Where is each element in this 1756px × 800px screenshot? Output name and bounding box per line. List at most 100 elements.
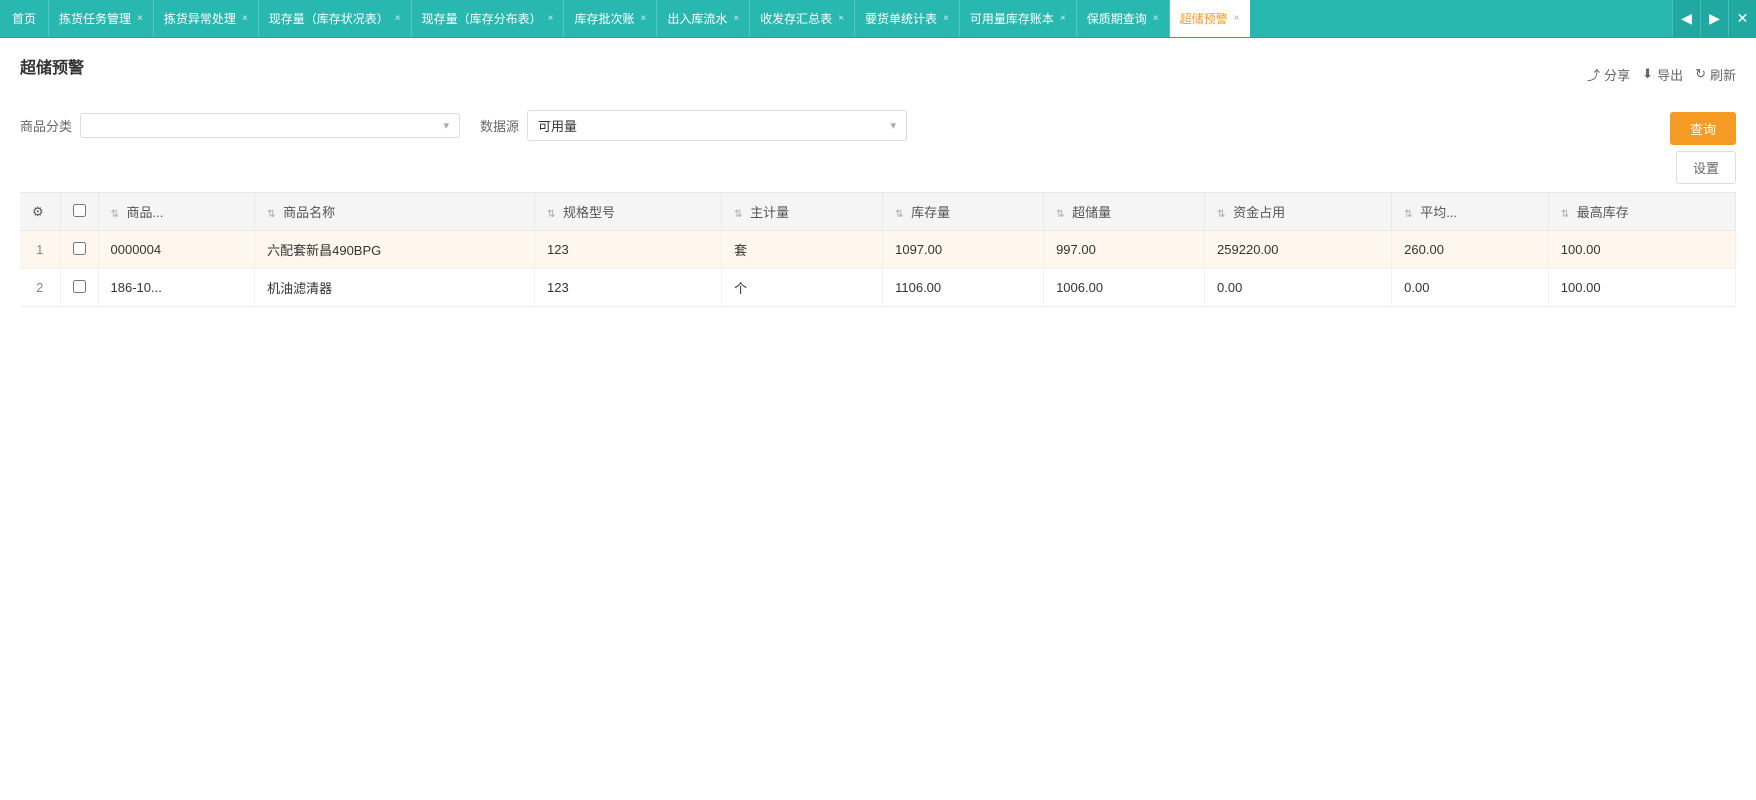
nav-arrows: ◀ ▶ ✕ (1672, 0, 1756, 38)
category-label: 商品分类 (20, 116, 72, 135)
page-header: 超储预警 ⤴ 分享 ⬇ 导出 ↻ 刷新 (20, 54, 1736, 94)
category-arrow-icon: ▾ (443, 119, 449, 132)
cell-avg: 260.00 (1392, 231, 1549, 269)
category-select[interactable]: ▾ (80, 113, 460, 138)
datasource-label: 数据源 (480, 116, 519, 135)
filter-category: 商品分类 ▾ (20, 113, 460, 138)
sort-icon-capital: ⇅ (1217, 209, 1225, 220)
col-spec[interactable]: ⇅ 规格型号 (535, 193, 722, 231)
share-icon: ⤴ (1587, 65, 1600, 84)
table-header-row: ⚙ ⇅ 商品... ⇅ 商品名称 ⇅ 规格型号 ⇅ (20, 193, 1736, 231)
col-stock[interactable]: ⇅ 库存量 (883, 193, 1044, 231)
col-avg[interactable]: ⇅ 平均... (1392, 193, 1549, 231)
datasource-select[interactable]: 可用量 ▾ (527, 110, 907, 141)
export-icon: ⬇ (1642, 66, 1653, 82)
table-body: 1 0000004 六配套新昌490BPG 123 套 1097.00 997.… (20, 231, 1736, 307)
cell-unit: 套 (722, 231, 883, 269)
nav-overstock-warning[interactable]: 超储预警 × (1170, 0, 1251, 37)
close-shelf-life[interactable]: × (1153, 13, 1159, 24)
datasource-value: 可用量 (538, 116, 577, 135)
filter-row-1: 商品分类 ▾ 数据源 可用量 ▾ (20, 110, 1660, 141)
refresh-icon: ↻ (1695, 66, 1706, 82)
top-nav: 首页 拣货任务管理 × 拣货异常处理 × 现存量（库存状况表） × 现存量（库存… (0, 0, 1756, 38)
col-product-code[interactable]: ⇅ 商品... (98, 193, 255, 231)
table-row: 2 186-10... 机油滤清器 123 个 1106.00 1006.00 … (20, 269, 1736, 307)
close-stock-batch[interactable]: × (640, 13, 646, 24)
nav-home[interactable]: 首页 (0, 0, 49, 37)
col-settings[interactable]: ⚙ (20, 193, 60, 231)
cell-unit: 个 (722, 269, 883, 307)
sort-icon-spec: ⇅ (547, 209, 555, 220)
export-button[interactable]: ⬇ 导出 (1642, 65, 1683, 84)
filter-area: 商品分类 ▾ 数据源 可用量 ▾ 查询 设置 (20, 110, 1736, 184)
close-available-stock[interactable]: × (1060, 13, 1066, 24)
cell-overstock: 1006.00 (1044, 269, 1205, 307)
nav-stock-dist[interactable]: 现存量（库存分布表） × (412, 0, 565, 37)
filter-datasource: 数据源 可用量 ▾ (480, 110, 907, 141)
refresh-button[interactable]: ↻ 刷新 (1695, 65, 1736, 84)
col-checkbox (60, 193, 98, 231)
nav-available-stock[interactable]: 可用量库存账本 × (960, 0, 1077, 37)
share-button[interactable]: ⤴ 分享 (1587, 65, 1630, 84)
nav-stock-status[interactable]: 现存量（库存状况表） × (259, 0, 412, 37)
page-actions: ⤴ 分享 ⬇ 导出 ↻ 刷新 (1587, 65, 1736, 84)
cell-overstock: 997.00 (1044, 231, 1205, 269)
row-checkbox[interactable] (73, 242, 86, 255)
col-overstock[interactable]: ⇅ 超储量 (1044, 193, 1205, 231)
col-max-stock[interactable]: ⇅ 最高库存 (1548, 193, 1735, 231)
cell-max-stock: 100.00 (1548, 231, 1735, 269)
settings-button[interactable]: 设置 (1676, 151, 1736, 184)
row-num: 2 (20, 269, 60, 307)
cell-max-stock: 100.00 (1548, 269, 1735, 307)
nav-close-all[interactable]: ✕ (1728, 0, 1756, 38)
settings-icon: ⚙ (32, 204, 44, 219)
cell-product-code: 186-10... (98, 269, 255, 307)
row-checkbox-cell (60, 269, 98, 307)
nav-stock-batch[interactable]: 库存批次账 × (564, 0, 657, 37)
sort-icon-overstock: ⇅ (1056, 209, 1064, 220)
nav-arrow-left[interactable]: ◀ (1672, 0, 1700, 38)
close-overstock-warning[interactable]: × (1234, 13, 1240, 24)
page-title: 超储预警 (20, 54, 84, 78)
cell-stock: 1106.00 (883, 269, 1044, 307)
query-button[interactable]: 查询 (1670, 112, 1736, 145)
row-checkbox[interactable] (73, 280, 86, 293)
row-checkbox-cell (60, 231, 98, 269)
table-row: 1 0000004 六配套新昌490BPG 123 套 1097.00 997.… (20, 231, 1736, 269)
cell-product-name: 机油滤清器 (255, 269, 535, 307)
sort-icon-avg: ⇅ (1404, 209, 1412, 220)
close-stock-status[interactable]: × (395, 13, 401, 24)
cell-capital-usage: 0.00 (1205, 269, 1392, 307)
cell-stock: 1097.00 (883, 231, 1044, 269)
datasource-arrow-icon: ▾ (891, 119, 897, 132)
page-content: 超储预警 ⤴ 分享 ⬇ 导出 ↻ 刷新 商品分类 (0, 38, 1756, 323)
close-pick-task[interactable]: × (137, 13, 143, 24)
nav-shelf-life[interactable]: 保质期查询 × (1077, 0, 1170, 37)
nav-pick-task[interactable]: 拣货任务管理 × (49, 0, 154, 37)
sort-icon-stock: ⇅ (895, 209, 903, 220)
close-order-stats[interactable]: × (943, 13, 949, 24)
close-inout-flow[interactable]: × (733, 13, 739, 24)
nav-pick-exception[interactable]: 拣货异常处理 × (154, 0, 259, 37)
nav-recv-send[interactable]: 收发存汇总表 × (750, 0, 855, 37)
cell-spec: 123 (535, 269, 722, 307)
col-capital-usage[interactable]: ⇅ 资金占用 (1205, 193, 1392, 231)
sort-icon-product-name: ⇅ (267, 209, 275, 220)
col-unit[interactable]: ⇅ 主计量 (722, 193, 883, 231)
sort-icon-max: ⇅ (1561, 209, 1569, 220)
nav-inout-flow[interactable]: 出入库流水 × (657, 0, 750, 37)
col-product-name[interactable]: ⇅ 商品名称 (255, 193, 535, 231)
cell-capital-usage: 259220.00 (1205, 231, 1392, 269)
sort-icon-unit: ⇅ (734, 209, 742, 220)
close-stock-dist[interactable]: × (548, 13, 554, 24)
close-recv-send[interactable]: × (838, 13, 844, 24)
nav-arrow-right[interactable]: ▶ (1700, 0, 1728, 38)
select-all-checkbox[interactable] (73, 204, 86, 217)
data-table: ⚙ ⇅ 商品... ⇅ 商品名称 ⇅ 规格型号 ⇅ (20, 192, 1736, 307)
cell-product-name: 六配套新昌490BPG (255, 231, 535, 269)
cell-avg: 0.00 (1392, 269, 1549, 307)
cell-spec: 123 (535, 231, 722, 269)
nav-order-stats[interactable]: 要货单统计表 × (855, 0, 960, 37)
row-num: 1 (20, 231, 60, 269)
close-pick-exception[interactable]: × (242, 13, 248, 24)
